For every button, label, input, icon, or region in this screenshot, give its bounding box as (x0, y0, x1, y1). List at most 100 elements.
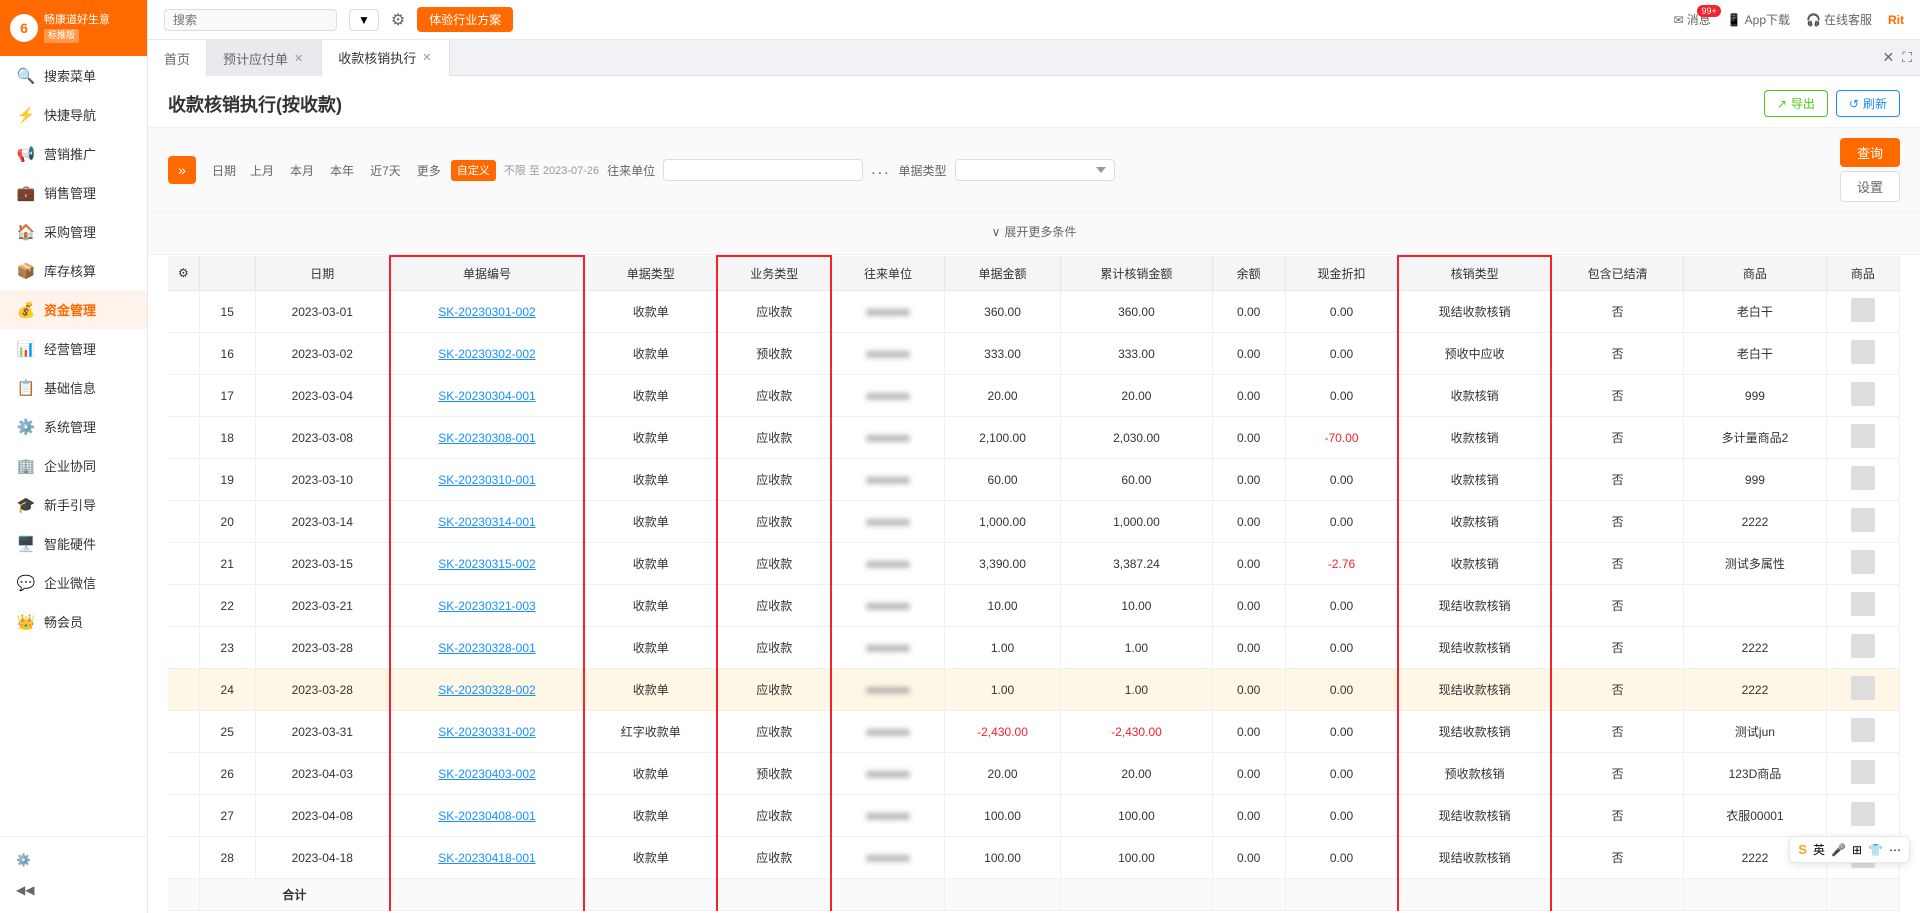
tabbar: 首页预计应付单✕收款核销执行✕ ✕ ⛶ (148, 40, 1920, 76)
user-avatar[interactable]: Rit (1888, 13, 1904, 27)
query-button[interactable]: 查询 (1840, 138, 1900, 167)
sidebar-item-inventory[interactable]: 📦库存核算 (0, 251, 147, 290)
cell-doc-no[interactable]: SK-20230328-002 (390, 669, 584, 711)
dropdown-btn[interactable]: ▼ (349, 9, 379, 31)
cell-doc-no[interactable]: SK-20230408-001 (390, 795, 584, 837)
this-month-btn[interactable]: 本月 (284, 160, 320, 181)
doc-no-link[interactable]: SK-20230321-003 (438, 599, 535, 613)
doc-no-link[interactable]: SK-20230331-002 (438, 725, 535, 739)
tab-close-collection[interactable]: ✕ (420, 51, 433, 64)
more-date-btn[interactable]: 更多 (411, 160, 447, 181)
sidebar-item-sales[interactable]: 💼销售管理 (0, 173, 147, 212)
more-filters-dots[interactable]: ... (871, 161, 890, 179)
cell-doc-no[interactable]: SK-20230302-002 (390, 333, 584, 375)
refresh-button[interactable]: ↺ 刷新 (1836, 90, 1900, 117)
tab-prepay[interactable]: 预计应付单✕ (207, 40, 322, 76)
cell-doc-no[interactable]: SK-20230321-003 (390, 585, 584, 627)
cell-doc-no[interactable]: SK-20230314-001 (390, 501, 584, 543)
cell-doc-no[interactable]: SK-20230304-001 (390, 375, 584, 417)
table-row[interactable]: 182023-03-08SK-20230308-001收款单应收款■■■■■■2… (168, 417, 1900, 459)
cell-no: 20 (199, 501, 255, 543)
cell-doc-no[interactable]: SK-20230315-002 (390, 543, 584, 585)
cell-partner: ■■■■■■ (831, 501, 944, 543)
sidebar-item-marketing[interactable]: 📢营销推广 (0, 134, 147, 173)
doc-no-link[interactable]: SK-20230315-002 (438, 557, 535, 571)
sidebar-item-newbie[interactable]: 🎓新手引导 (0, 485, 147, 524)
doc-no-link[interactable]: SK-20230301-002 (438, 305, 535, 319)
sidebar-item-quick-nav[interactable]: ⚡快捷导航 (0, 95, 147, 134)
cell-no: 17 (199, 375, 255, 417)
sidebar-item-search[interactable]: 🔍搜索菜单 (0, 56, 147, 95)
app-download-btn[interactable]: 📱 App下载 (1727, 11, 1790, 28)
custom-date-btn[interactable]: 自定义 (451, 160, 496, 181)
voucher-type-select[interactable] (955, 159, 1115, 181)
table-row[interactable]: 172023-03-04SK-20230304-001收款单应收款■■■■■■2… (168, 375, 1900, 417)
sidebar-item-member[interactable]: 👑畅会员 (0, 602, 147, 641)
close-tab-icon[interactable]: ✕ (1882, 49, 1894, 66)
doc-no-link[interactable]: SK-20230328-001 (438, 641, 535, 655)
tab-collection[interactable]: 收款核销执行✕ (322, 40, 450, 76)
online-service-btn[interactable]: 🎧 在线客服 (1806, 11, 1872, 28)
ime-grid[interactable]: ⊞ (1852, 843, 1862, 857)
cell-doc-no[interactable]: SK-20230310-001 (390, 459, 584, 501)
cell-doc-no[interactable]: SK-20230403-002 (390, 753, 584, 795)
table-row[interactable]: 282023-04-18SK-20230418-001收款单应收款■■■■■■1… (168, 837, 1900, 879)
doc-no-link[interactable]: SK-20230418-001 (438, 851, 535, 865)
sidebar-item-basic[interactable]: 📋基础信息 (0, 368, 147, 407)
cell-writeoff: 3,387.24 (1061, 543, 1212, 585)
sidebar-collapse-btn[interactable]: ◀◀ (0, 875, 147, 905)
this-year-btn[interactable]: 本年 (324, 160, 360, 181)
last-month-btn[interactable]: 上月 (244, 160, 280, 181)
gear-icon[interactable]: ⚙ (391, 10, 405, 30)
doc-no-link[interactable]: SK-20230302-002 (438, 347, 535, 361)
ime-more[interactable]: ⋯ (1889, 843, 1901, 857)
partner-input[interactable] (663, 159, 863, 181)
table-row[interactable]: 232023-03-28SK-20230328-001收款单应收款■■■■■■1… (168, 627, 1900, 669)
sidebar-item-finance[interactable]: 💰资金管理 (0, 290, 147, 329)
solution-button[interactable]: 体验行业方案 (417, 7, 513, 32)
export-button[interactable]: ↗ 导出 (1764, 90, 1828, 117)
table-row[interactable]: 192023-03-10SK-20230310-001收款单应收款■■■■■■6… (168, 459, 1900, 501)
sidebar-item-system[interactable]: ⚙️系统管理 (0, 407, 147, 446)
cell-doc-no[interactable]: SK-20230301-002 (390, 291, 584, 333)
table-row[interactable]: 202023-03-14SK-20230314-001收款单应收款■■■■■■1… (168, 501, 1900, 543)
last-7days-btn[interactable]: 近7天 (364, 160, 407, 181)
search-input[interactable] (164, 9, 337, 31)
table-row[interactable]: 212023-03-15SK-20230315-002收款单应收款■■■■■■3… (168, 543, 1900, 585)
cell-doc-no[interactable]: SK-20230328-001 (390, 627, 584, 669)
sidebar-item-enterprise[interactable]: 🏢企业协同 (0, 446, 147, 485)
filter-settings-button[interactable]: 设置 (1840, 171, 1900, 202)
message-btn[interactable]: ✉ 消息 99+ (1674, 11, 1711, 28)
ime-mic[interactable]: 🎤 (1831, 843, 1846, 857)
doc-no-link[interactable]: SK-20230403-002 (438, 767, 535, 781)
table-row[interactable]: 242023-03-28SK-20230328-002收款单应收款■■■■■■1… (168, 669, 1900, 711)
table-row[interactable]: 222023-03-21SK-20230321-003收款单应收款■■■■■■1… (168, 585, 1900, 627)
doc-no-link[interactable]: SK-20230308-001 (438, 431, 535, 445)
doc-no-link[interactable]: SK-20230328-002 (438, 683, 535, 697)
doc-no-link[interactable]: SK-20230304-001 (438, 389, 535, 403)
tab-close-prepay[interactable]: ✕ (292, 52, 305, 65)
sidebar-bottom-settings[interactable]: ⚙️ (0, 845, 147, 875)
doc-no-link[interactable]: SK-20230408-001 (438, 809, 535, 823)
table-row[interactable]: 162023-03-02SK-20230302-002收款单预收款■■■■■■3… (168, 333, 1900, 375)
sidebar-item-purchase[interactable]: 🏠采购管理 (0, 212, 147, 251)
cell-doc-no[interactable]: SK-20230331-002 (390, 711, 584, 753)
cell-goods2 (1826, 459, 1899, 501)
table-row[interactable]: 152023-03-01SK-20230301-002收款单应收款■■■■■■3… (168, 291, 1900, 333)
filter-expand-button[interactable]: » (168, 156, 196, 184)
doc-no-link[interactable]: SK-20230310-001 (438, 473, 535, 487)
cell-doc-no[interactable]: SK-20230418-001 (390, 837, 584, 879)
doc-no-link[interactable]: SK-20230314-001 (438, 515, 535, 529)
tab-home[interactable]: 首页 (148, 40, 207, 76)
ime-shirt[interactable]: 👕 (1868, 843, 1883, 857)
table-row[interactable]: 262023-04-03SK-20230403-002收款单预收款■■■■■■2… (168, 753, 1900, 795)
expand-more-btn[interactable]: ∨ 展开更多条件 (168, 219, 1900, 244)
maximize-icon[interactable]: ⛶ (1902, 49, 1912, 66)
sidebar-item-wechat[interactable]: 💬企业微信 (0, 563, 147, 602)
sidebar-item-hardware[interactable]: 🖥️智能硬件 (0, 524, 147, 563)
table-row[interactable]: 272023-04-08SK-20230408-001收款单应收款■■■■■■1… (168, 795, 1900, 837)
sidebar-item-operation[interactable]: 📊经营管理 (0, 329, 147, 368)
th-settings[interactable]: ⚙ (168, 256, 199, 291)
table-row[interactable]: 252023-03-31SK-20230331-002红字收款单应收款■■■■■… (168, 711, 1900, 753)
cell-doc-no[interactable]: SK-20230308-001 (390, 417, 584, 459)
